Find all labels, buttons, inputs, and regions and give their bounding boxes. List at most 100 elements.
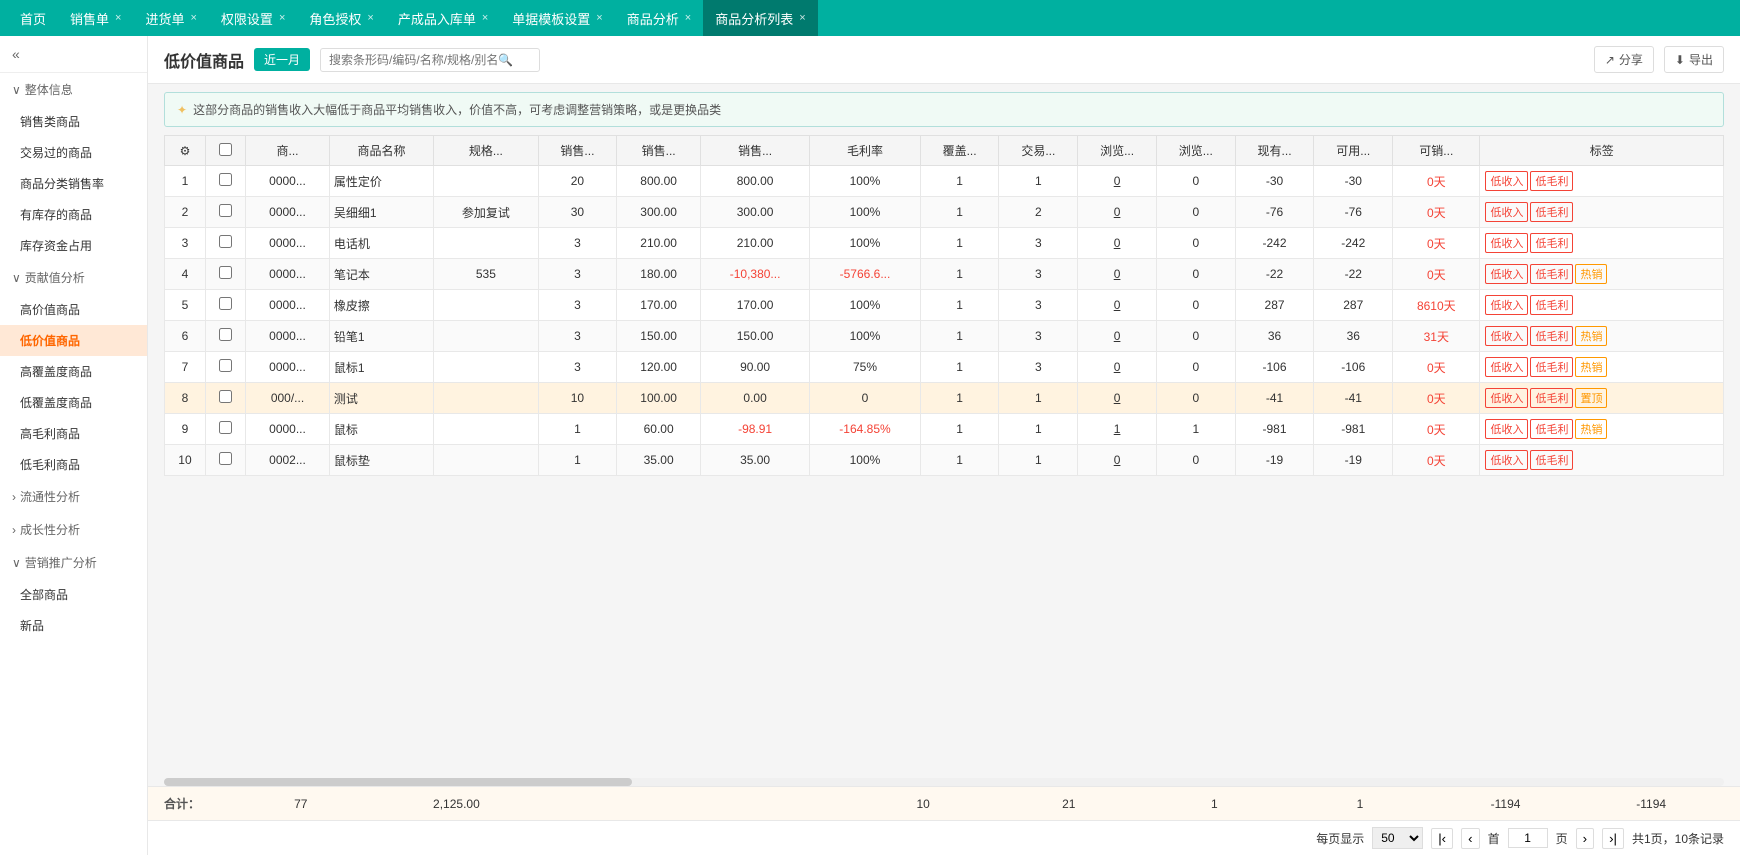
row-view1[interactable]: 1 xyxy=(1078,414,1157,445)
col-trade[interactable]: 交易... xyxy=(999,136,1078,166)
sidebar-item-stocked-goods[interactable]: 有库存的商品 xyxy=(0,199,147,230)
col-coverage[interactable]: 覆盖... xyxy=(920,136,999,166)
close-icon[interactable]: × xyxy=(482,12,488,24)
row-checkbox[interactable] xyxy=(219,452,232,465)
table-row: 40000...笔记本5353180.00-10,380...-5766.6..… xyxy=(165,259,1724,290)
page-header: 低价值商品 近一月 🔍 ↗ 分享 ⬇ 导出 xyxy=(148,36,1740,84)
filter-button[interactable]: 近一月 xyxy=(254,48,310,71)
row-view1[interactable]: 0 xyxy=(1078,197,1157,228)
col-settings[interactable]: ⚙ xyxy=(165,136,206,166)
sidebar-group-growth[interactable]: › 成长性分析 xyxy=(0,513,147,546)
row-qty: 1 xyxy=(538,445,617,476)
row-checkbox[interactable] xyxy=(219,359,232,372)
row-view1[interactable]: 0 xyxy=(1078,383,1157,414)
sidebar-group-marketing[interactable]: ∨ 营销推广分析 xyxy=(0,546,147,579)
sidebar-item-sales-goods[interactable]: 销售类商品 xyxy=(0,106,147,137)
sidebar-item-new-goods[interactable]: 新品 xyxy=(0,610,147,641)
sidebar-group-overview[interactable]: ∨ 整体信息 xyxy=(0,73,147,106)
close-icon[interactable]: × xyxy=(596,12,602,24)
sidebar-item-low-coverage[interactable]: 低覆盖度商品 xyxy=(0,387,147,418)
nav-sales[interactable]: 销售单 × xyxy=(58,0,133,36)
nav-permission[interactable]: 权限设置 × xyxy=(209,0,297,36)
sidebar-item-category-rate[interactable]: 商品分类销售率 xyxy=(0,168,147,199)
nav-product-entry[interactable]: 产成品入库单 × xyxy=(386,0,500,36)
sidebar-item-low-margin[interactable]: 低毛利商品 xyxy=(0,449,147,480)
summary-trade: 21 xyxy=(1039,797,1099,811)
row-view1[interactable]: 0 xyxy=(1078,352,1157,383)
per-page-select[interactable]: 50 100 200 xyxy=(1372,827,1423,849)
sidebar-item-traded-goods[interactable]: 交易过的商品 xyxy=(0,137,147,168)
row-checkbox[interactable] xyxy=(219,297,232,310)
row-view1[interactable]: 0 xyxy=(1078,321,1157,352)
nav-template[interactable]: 单据模板设置 × xyxy=(500,0,614,36)
share-button[interactable]: ↗ 分享 xyxy=(1594,46,1654,73)
export-button[interactable]: ⬇ 导出 xyxy=(1664,46,1724,73)
last-page-button[interactable]: ›| xyxy=(1602,828,1624,849)
row-product-name: 鼠标1 xyxy=(329,352,433,383)
col-gross[interactable]: 毛利率 xyxy=(810,136,921,166)
row-view1[interactable]: 0 xyxy=(1078,228,1157,259)
sidebar-item-all-goods[interactable]: 全部商品 xyxy=(0,579,147,610)
row-gross: 100% xyxy=(810,290,921,321)
sidebar-item-high-margin[interactable]: 高毛利商品 xyxy=(0,418,147,449)
select-all-checkbox[interactable] xyxy=(219,143,232,156)
nav-product-analysis[interactable]: 商品分析 × xyxy=(615,0,703,36)
nav-role[interactable]: 角色授权 × xyxy=(297,0,385,36)
row-view1[interactable]: 0 xyxy=(1078,259,1157,290)
col-tags[interactable]: 标签 xyxy=(1480,136,1724,166)
collapse-sidebar-button[interactable]: « xyxy=(8,42,24,66)
row-checkbox[interactable] xyxy=(219,328,232,341)
row-view1[interactable]: 0 xyxy=(1078,290,1157,321)
nav-home[interactable]: 首页 xyxy=(8,0,58,36)
table-wrapper[interactable]: ⚙ 商... 商品名称 规格... 销售... 销售... 销售... 毛利率 … xyxy=(148,135,1740,778)
sidebar-group-flow[interactable]: › 流通性分析 xyxy=(0,480,147,513)
row-sale2: 170.00 xyxy=(700,290,809,321)
sidebar-item-high-value[interactable]: 高价值商品 xyxy=(0,294,147,325)
row-checkbox[interactable] xyxy=(219,204,232,217)
row-checkbox[interactable] xyxy=(219,173,232,186)
nav-purchase[interactable]: 进货单 × xyxy=(133,0,208,36)
sidebar-item-capital-usage[interactable]: 库存资金占用 xyxy=(0,230,147,261)
close-icon[interactable]: × xyxy=(685,12,691,24)
col-name[interactable]: 商品名称 xyxy=(329,136,433,166)
row-view1[interactable]: 0 xyxy=(1078,445,1157,476)
horizontal-scrollbar[interactable] xyxy=(164,778,1724,786)
col-sale1[interactable]: 销售... xyxy=(617,136,701,166)
prev-page-button[interactable]: ‹ xyxy=(1461,828,1479,849)
col-view1[interactable]: 浏览... xyxy=(1078,136,1157,166)
col-stock2[interactable]: 可用... xyxy=(1314,136,1393,166)
export-icon: ⬇ xyxy=(1675,53,1685,67)
close-icon[interactable]: × xyxy=(190,12,196,24)
nav-product-analysis-list[interactable]: 商品分析列表 × xyxy=(703,0,817,36)
row-view1[interactable]: 0 xyxy=(1078,166,1157,197)
row-checkbox[interactable] xyxy=(219,235,232,248)
row-trade: 3 xyxy=(999,321,1078,352)
close-icon[interactable]: × xyxy=(367,12,373,24)
col-checkbox[interactable] xyxy=(205,136,245,166)
sidebar-item-high-coverage[interactable]: 高覆盖度商品 xyxy=(0,356,147,387)
next-page-button[interactable]: › xyxy=(1576,828,1594,849)
close-icon[interactable]: × xyxy=(279,12,285,24)
row-sale1: 300.00 xyxy=(617,197,701,228)
close-icon[interactable]: × xyxy=(115,12,121,24)
sidebar-group-contribution[interactable]: ∨ 贡献值分析 xyxy=(0,261,147,294)
col-spec[interactable]: 规格... xyxy=(434,136,538,166)
col-view2[interactable]: 浏览... xyxy=(1156,136,1235,166)
row-checkbox[interactable] xyxy=(219,421,232,434)
col-stock1[interactable]: 现有... xyxy=(1235,136,1314,166)
col-sale2[interactable]: 销售... xyxy=(700,136,809,166)
close-icon[interactable]: × xyxy=(799,12,805,24)
row-checkbox[interactable] xyxy=(219,390,232,403)
row-product-name: 鼠标垫 xyxy=(329,445,433,476)
col-code[interactable]: 商... xyxy=(246,136,330,166)
row-checkbox[interactable] xyxy=(219,266,232,279)
first-page-button[interactable]: |‹ xyxy=(1431,828,1453,849)
search-icon[interactable]: 🔍 xyxy=(498,53,513,67)
row-spec: 535 xyxy=(434,259,538,290)
row-sale2: 800.00 xyxy=(700,166,809,197)
col-qty[interactable]: 销售... xyxy=(538,136,617,166)
sidebar-item-low-value[interactable]: 低价值商品 xyxy=(0,325,147,356)
arrow-icon: › xyxy=(12,523,16,537)
page-number-input[interactable] xyxy=(1508,828,1548,848)
col-days[interactable]: 可销... xyxy=(1393,136,1480,166)
